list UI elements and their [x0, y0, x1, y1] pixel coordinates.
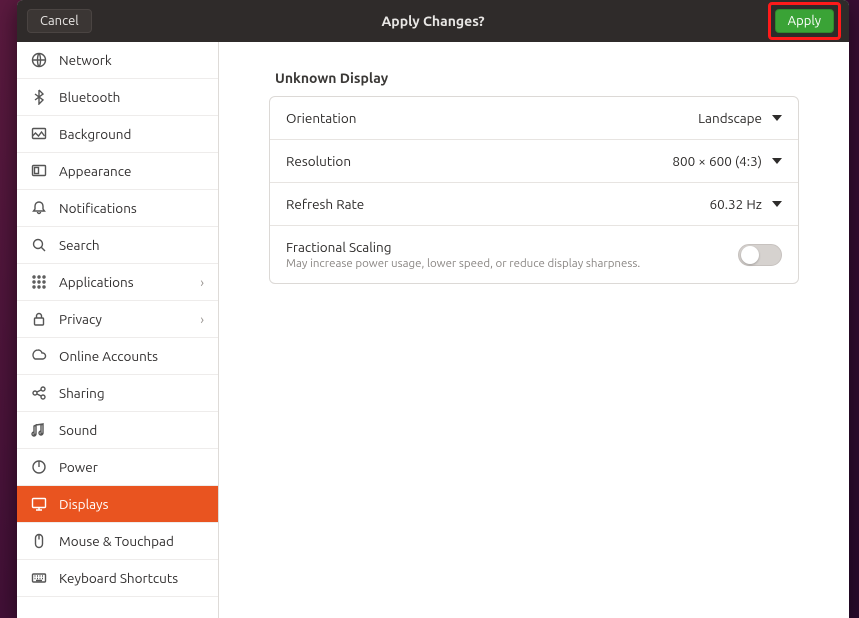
sidebar-item-label: Network — [59, 52, 112, 68]
apply-button[interactable]: Apply — [775, 9, 834, 33]
sidebar-item-label: Sound — [59, 422, 97, 438]
chevron-down-icon — [772, 201, 782, 207]
orientation-row[interactable]: Orientation Landscape — [270, 97, 798, 140]
displays-icon — [31, 496, 47, 512]
fractional-scaling-toggle[interactable] — [738, 244, 782, 266]
notifications-icon — [31, 200, 47, 216]
appearance-icon — [31, 163, 47, 179]
sharing-icon — [31, 385, 47, 401]
cancel-button[interactable]: Cancel — [27, 9, 92, 33]
apply-highlight: Apply — [768, 2, 841, 40]
sidebar-item-appearance[interactable]: Appearance — [17, 153, 218, 190]
background-icon — [31, 126, 47, 142]
sidebar-item-label: Applications — [59, 274, 134, 290]
refresh-rate-value: 60.32 Hz — [710, 196, 763, 212]
sidebar-item-label: Search — [59, 237, 100, 253]
sidebar-item-label: Keyboard Shortcuts — [59, 570, 178, 586]
refresh-rate-row[interactable]: Refresh Rate 60.32 Hz — [270, 183, 798, 226]
sidebar-item-keyboard-shortcuts[interactable]: Keyboard Shortcuts — [17, 560, 218, 597]
sidebar-item-network[interactable]: Network — [17, 42, 218, 79]
sidebar-item-sharing[interactable]: Sharing — [17, 375, 218, 412]
sidebar-item-notifications[interactable]: Notifications — [17, 190, 218, 227]
chevron-right-icon: › — [200, 274, 204, 290]
sidebar-item-online-accounts[interactable]: Online Accounts — [17, 338, 218, 375]
sidebar-item-label: Bluetooth — [59, 89, 120, 105]
keyboard-shortcuts-icon — [31, 570, 47, 586]
refresh-rate-label: Refresh Rate — [286, 196, 364, 212]
sidebar-item-label: Sharing — [59, 385, 105, 401]
orientation-label: Orientation — [286, 110, 356, 126]
chevron-right-icon: › — [200, 311, 204, 327]
sidebar: Network Bluetooth Background Appearance Noti… — [17, 42, 219, 618]
bluetooth-icon — [31, 89, 47, 105]
sidebar-item-bluetooth[interactable]: Bluetooth — [17, 79, 218, 116]
sidebar-item-mouse-touchpad[interactable]: Mouse & Touchpad — [17, 523, 218, 560]
sidebar-item-label: Displays — [59, 496, 108, 512]
chevron-down-icon — [772, 115, 782, 121]
resolution-row[interactable]: Resolution 800 × 600 (4:3) — [270, 140, 798, 183]
mouse-touchpad-icon — [31, 533, 47, 549]
sound-icon — [31, 422, 47, 438]
search-icon — [31, 237, 47, 253]
sidebar-item-sound[interactable]: Sound — [17, 412, 218, 449]
sidebar-item-power[interactable]: Power — [17, 449, 218, 486]
sidebar-item-label: Notifications — [59, 200, 137, 216]
fractional-scaling-hint: May increase power usage, lower speed, o… — [286, 257, 640, 270]
fractional-scaling-label: Fractional Scaling — [286, 239, 640, 255]
orientation-value: Landscape — [698, 110, 762, 126]
sidebar-item-label: Appearance — [59, 163, 131, 179]
privacy-icon — [31, 311, 47, 327]
network-icon — [31, 52, 47, 68]
sidebar-item-background[interactable]: Background — [17, 116, 218, 153]
sidebar-item-label: Online Accounts — [59, 348, 158, 364]
window-title: Apply Changes? — [17, 13, 849, 29]
resolution-label: Resolution — [286, 153, 351, 169]
fractional-scaling-row: Fractional Scaling May increase power us… — [270, 226, 798, 283]
display-section-title: Unknown Display — [269, 70, 799, 86]
sidebar-item-label: Privacy — [59, 311, 102, 327]
sidebar-item-privacy[interactable]: Privacy › — [17, 301, 218, 338]
sidebar-item-search[interactable]: Search — [17, 227, 218, 264]
sidebar-item-label: Mouse & Touchpad — [59, 533, 174, 549]
settings-window: Cancel Apply Changes? Apply Network Bluet… — [17, 0, 849, 618]
content-area: Unknown Display Orientation Landscape Re… — [219, 42, 849, 618]
sidebar-item-label: Background — [59, 126, 131, 142]
display-panel: Orientation Landscape Resolution 800 × 6… — [269, 96, 799, 284]
header-bar: Cancel Apply Changes? Apply — [17, 0, 849, 42]
sidebar-item-displays[interactable]: Displays — [17, 486, 218, 523]
power-icon — [31, 459, 47, 475]
applications-icon — [31, 274, 47, 290]
resolution-value: 800 × 600 (4:3) — [672, 153, 762, 169]
online-accounts-icon — [31, 348, 47, 364]
chevron-down-icon — [772, 158, 782, 164]
sidebar-item-applications[interactable]: Applications › — [17, 264, 218, 301]
sidebar-item-label: Power — [59, 459, 98, 475]
